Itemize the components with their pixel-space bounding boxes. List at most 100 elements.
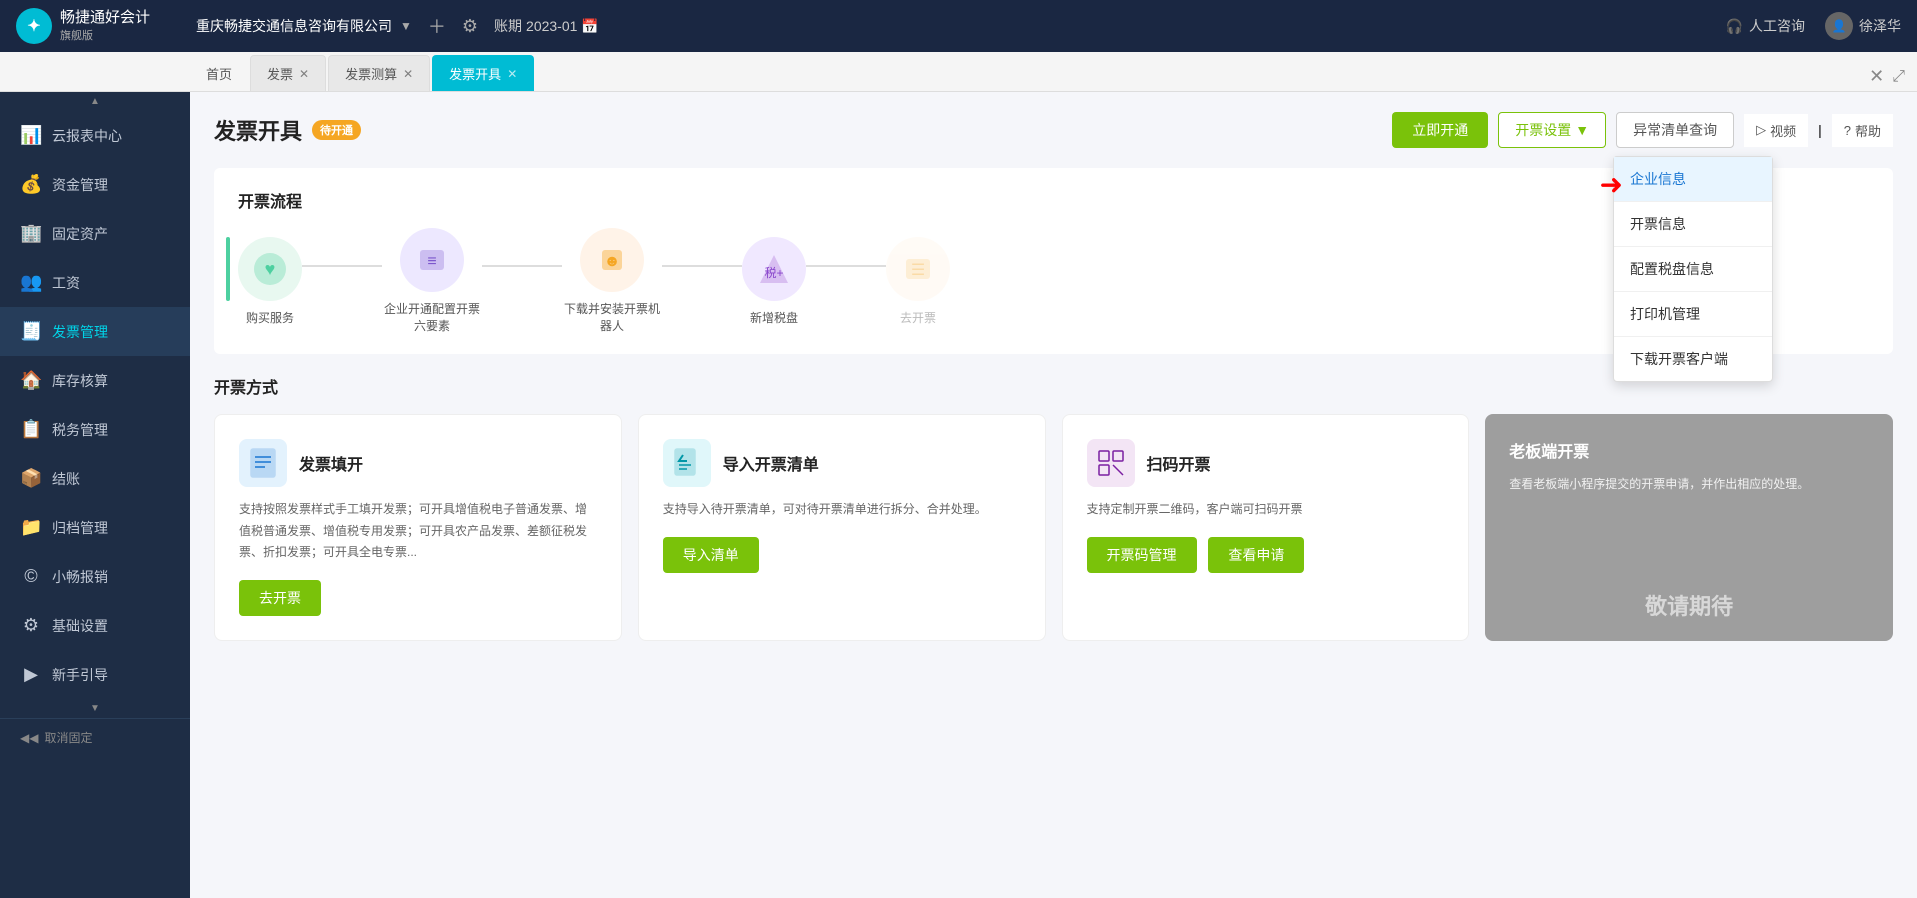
logo-text: 畅捷通好会计: [60, 9, 150, 27]
method-btn-fill-go[interactable]: 去开票: [239, 580, 321, 616]
flow-connector-3: [662, 265, 742, 267]
sidebar-item-gudingzichan[interactable]: 🏢 固定资产: [0, 209, 190, 258]
xiaochangbaoxiao-icon: ©: [20, 566, 42, 587]
yunbaobiao-icon: 📊: [20, 125, 42, 146]
dropdown-item-taxdisk[interactable]: 配置税盘信息: [1614, 247, 1772, 292]
scroll-up[interactable]: ▲: [0, 92, 190, 111]
sidebar-item-fapiaoglgl[interactable]: 🧾 发票管理: [0, 307, 190, 356]
avatar: 👤: [1825, 12, 1853, 40]
fapiao-icon: 🧾: [20, 321, 42, 342]
period-label: 账期 2023-01 📅: [494, 16, 599, 36]
method-card-import: 导入开票清单 支持导入待开票清单，可对待开票清单进行拆分、合并处理。 导入清单: [638, 414, 1046, 641]
flow-connector-2: [482, 265, 562, 267]
tab-invoice-calc[interactable]: 发票测算 ✕: [328, 55, 430, 91]
flow-step-label-1: 购买服务: [246, 309, 294, 326]
settings-icon[interactable]: ⚙: [462, 16, 478, 37]
dropdown-item-enterprise[interactable]: 企业信息: [1614, 157, 1772, 202]
dropdown-item-invoice-info[interactable]: 开票信息: [1614, 202, 1772, 247]
logo-sub: 旗舰版: [60, 27, 150, 43]
add-button[interactable]: ＋: [428, 13, 446, 39]
flow-step-icon-4: 税+: [742, 237, 806, 301]
method-icon-scan: [1087, 439, 1135, 487]
content-area: 发票开具 待开通 立即开通 开票设置 ▼ 异常清单查询 ▷ 视频 |: [190, 92, 1917, 898]
page-title: 发票开具 待开通: [214, 114, 361, 146]
page-title-row: 发票开具 待开通 立即开通 开票设置 ▼ 异常清单查询 ▷ 视频 |: [214, 112, 1893, 148]
close-tab-invoice-issue[interactable]: ✕: [507, 67, 517, 81]
method-card-scan: 扫码开票 支持定制开票二维码，客户端可扫码开票 开票码管理 查看申请: [1062, 414, 1470, 641]
sidebar-item-jiezhang[interactable]: 📦 结账: [0, 454, 190, 503]
flow-step-label-5: 去开票: [900, 309, 936, 326]
header-actions: ＋ ⚙ 账期 2023-01 📅: [428, 13, 599, 39]
close-tab-invoice[interactable]: ✕: [299, 67, 309, 81]
svg-text:♥: ♥: [265, 259, 276, 279]
method-title-boss: 老板端开票: [1509, 438, 1589, 462]
status-badge: 待开通: [312, 120, 361, 140]
flow-step-label-4: 新增税盘: [750, 309, 798, 326]
svg-text:☻: ☻: [604, 253, 621, 270]
flow-connector-1: [302, 265, 382, 267]
kucun-icon: 🏠: [20, 370, 42, 391]
consulting[interactable]: 🎧 人工咨询: [1726, 16, 1805, 36]
user-info[interactable]: 👤 徐泽华: [1825, 12, 1901, 40]
sidebar-item-gongzi[interactable]: 👥 工资: [0, 258, 190, 307]
sidebar-item-guidang[interactable]: 📁 归档管理: [0, 503, 190, 552]
guidang-icon: 📁: [20, 517, 42, 538]
settings-dropdown: 企业信息 开票信息 配置税盘信息 打印机管理 下载开票客户端: [1613, 156, 1773, 382]
play-icon: ▷: [1756, 122, 1766, 138]
main-layout: ▲ 📊 云报表中心 💰 资金管理 🏢 固定资产 👥 工资 🧾 发票管理 🏠 库存…: [0, 92, 1917, 898]
page-actions: 立即开通 开票设置 ▼ 异常清单查询 ▷ 视频 | ? 帮助: [1392, 112, 1893, 148]
sidebar-item-jichushezhi[interactable]: ⚙ 基础设置: [0, 601, 190, 650]
company-selector[interactable]: 重庆畅捷交通信息咨询有限公司 ▼: [196, 16, 412, 36]
help-button[interactable]: ? 帮助: [1832, 114, 1893, 147]
method-btn-scan-manage[interactable]: 开票码管理: [1087, 537, 1197, 573]
method-btn-import[interactable]: 导入清单: [663, 537, 759, 573]
sidebar-item-zijin[interactable]: 💰 资金管理: [0, 160, 190, 209]
methods-grid: 发票填开 支持按照发票样式手工填开发票；可开具增值税电子普通发票、增值税普通发票…: [214, 414, 1893, 641]
dropdown-item-download-client[interactable]: 下载开票客户端: [1614, 337, 1772, 381]
flow-connector-4: [806, 265, 886, 267]
tab-home[interactable]: 首页: [190, 56, 248, 91]
flow-step-icon-2: ≡: [400, 228, 464, 292]
expand-icon[interactable]: ⤢: [1892, 68, 1905, 86]
method-title-scan: 扫码开票: [1147, 451, 1211, 475]
gongzi-icon: 👥: [20, 272, 42, 293]
method-desc-import: 支持导入待开票清单，可对待开票清单进行拆分、合并处理。: [663, 499, 1021, 521]
sidebar: ▲ 📊 云报表中心 💰 资金管理 🏢 固定资产 👥 工资 🧾 发票管理 🏠 库存…: [0, 92, 190, 898]
top-header: ✦ 畅捷通好会计 旗舰版 重庆畅捷交通信息咨询有限公司 ▼ ＋ ⚙ 账期 202…: [0, 0, 1917, 52]
method-header-boss: 老板端开票: [1509, 438, 1869, 462]
sidebar-bottom-cancel[interactable]: ◀◀ 取消固定: [0, 718, 190, 756]
tab-bar-actions: ✕ ⤢: [1857, 66, 1917, 91]
method-icon-import: [663, 439, 711, 487]
sidebar-item-xinshouyindao[interactable]: ▶ 新手引导: [0, 650, 190, 699]
tab-invoice-issue[interactable]: 发票开具 ✕: [432, 55, 534, 91]
method-title-import: 导入开票清单: [723, 451, 819, 475]
sidebar-item-shuiwu[interactable]: 📋 税务管理: [0, 405, 190, 454]
jichushezhi-icon: ⚙: [20, 615, 42, 636]
method-title-fill: 发票填开: [299, 451, 363, 475]
tab-invoice[interactable]: 发票 ✕: [250, 55, 326, 91]
method-card-boss: 老板端开票 查看老板端小程序提交的开票申请，并作出相应的处理。 敬请期待: [1485, 414, 1893, 641]
header-right: 🎧 人工咨询 👤 徐泽华: [1726, 12, 1901, 40]
scroll-down[interactable]: ▼: [0, 699, 190, 718]
sidebar-item-yunbaobiao[interactable]: 📊 云报表中心: [0, 111, 190, 160]
method-icon-fill: [239, 439, 287, 487]
flow-step-label-2: 企业开通配置开票六要素: [382, 300, 482, 334]
video-button[interactable]: ▷ 视频: [1744, 114, 1808, 147]
dropdown-item-printer[interactable]: 打印机管理: [1614, 292, 1772, 337]
svg-text:≡: ≡: [427, 253, 436, 270]
close-window-icon[interactable]: ✕: [1869, 66, 1884, 87]
close-tab-invoice-calc[interactable]: ✕: [403, 67, 413, 81]
calendar-icon[interactable]: 📅: [581, 18, 598, 35]
sidebar-item-xiaochangbaoxiao[interactable]: © 小畅报销: [0, 552, 190, 601]
method-desc-scan: 支持定制开票二维码，客户端可扫码开票: [1087, 499, 1445, 521]
gudingzichan-icon: 🏢: [20, 223, 42, 244]
exception-list-button[interactable]: 异常清单查询: [1616, 112, 1734, 148]
shuiwu-icon: 📋: [20, 419, 42, 440]
method-btn-scan-apply[interactable]: 查看申请: [1208, 537, 1304, 573]
activate-button[interactable]: 立即开通: [1392, 112, 1488, 148]
pin-icon: ◀◀: [20, 731, 38, 745]
sidebar-item-kucun[interactable]: 🏠 库存核算: [0, 356, 190, 405]
flow-step-icon-1: ♥: [238, 237, 302, 301]
user-name: 徐泽华: [1859, 16, 1901, 36]
settings-button[interactable]: 开票设置 ▼: [1498, 112, 1606, 148]
